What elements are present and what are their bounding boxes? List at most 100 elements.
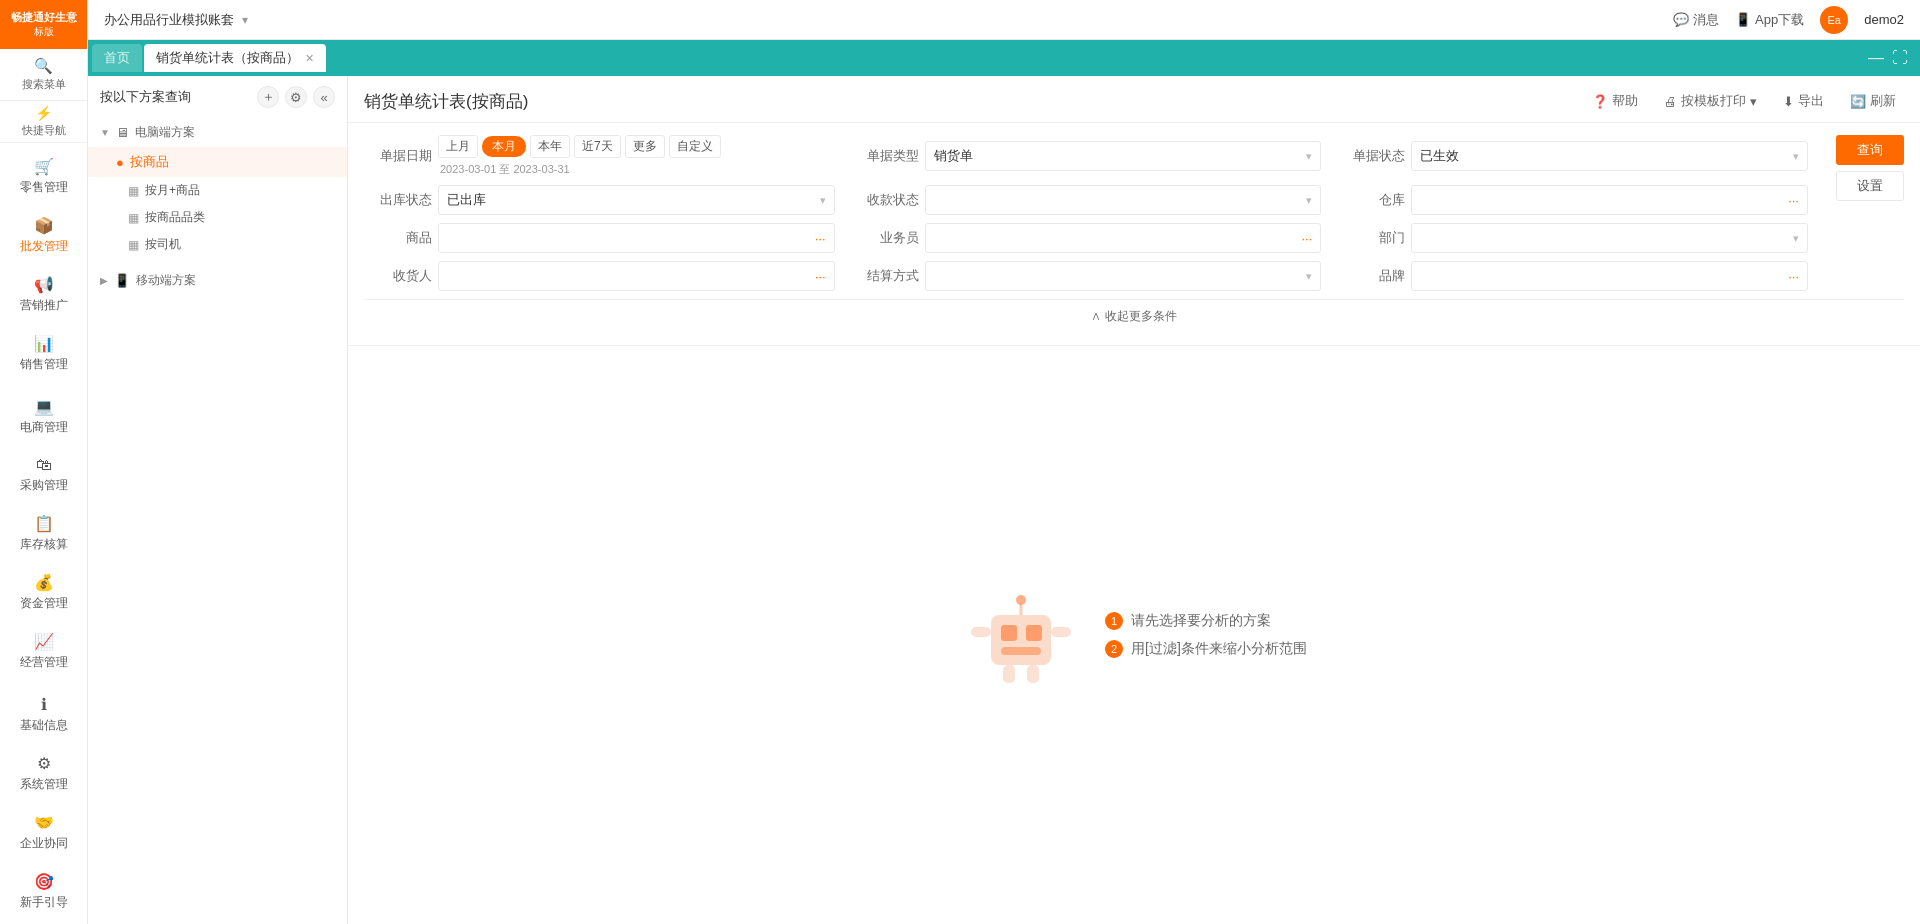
tab-active[interactable]: 销货单统计表（按商品） ✕	[144, 44, 326, 72]
export-btn[interactable]: ⬇ 导出	[1775, 88, 1832, 114]
ecommerce-icon: 💻	[34, 397, 54, 416]
header-dropdown-icon[interactable]: ▾	[242, 13, 248, 27]
storage-input[interactable]: ···	[1411, 185, 1808, 215]
storage-item: 仓库 ···	[1337, 185, 1816, 215]
sidebar-label-sales: 销售管理	[20, 356, 68, 373]
date-btn-this-year[interactable]: 本年	[530, 135, 570, 158]
sidebar-item-finance[interactable]: 💰 资金管理	[0, 563, 87, 622]
goods-item: 商品 ···	[364, 223, 843, 253]
tree-item-category[interactable]: ▦ 按商品品类	[88, 204, 347, 231]
collapse-btn[interactable]: ∧ 收起更多条件	[364, 299, 1904, 333]
warehouse-item: 出库状态 已出库 ▾	[364, 185, 843, 215]
sidebar-item-search[interactable]: 🔍 搜索菜单	[0, 49, 87, 101]
dept-arrow: ▾	[1793, 232, 1799, 245]
header-app-download[interactable]: 📱 App下载	[1735, 11, 1804, 29]
sidebar-item-system[interactable]: ⚙ 系统管理	[0, 744, 87, 803]
refresh-icon: 🔄	[1850, 94, 1866, 109]
tree-desktop-label: 电脑端方案	[135, 124, 195, 141]
home-tab-label: 首页	[104, 49, 130, 67]
tree-item-driver[interactable]: ▦ 按司机	[88, 231, 347, 258]
page-title: 销货单统计表(按商品)	[364, 90, 528, 113]
salesman-input[interactable]: ···	[925, 223, 1322, 253]
header-messages-label: 消息	[1693, 11, 1719, 29]
bill-type-select[interactable]: 销货单 ▾	[925, 141, 1322, 171]
settings-btn[interactable]: 设置	[1836, 171, 1904, 201]
svg-rect-2	[1026, 625, 1042, 641]
avatar[interactable]: Ea	[1820, 6, 1848, 34]
header-messages[interactable]: 💬 消息	[1673, 11, 1719, 29]
dept-item: 部门 ▾	[1337, 223, 1816, 253]
tree-mobile-header[interactable]: ▶ 📱 移动端方案	[88, 266, 347, 295]
collapse-label: 收起更多条件	[1105, 309, 1177, 323]
sidebar-item-quicknav[interactable]: ⚡ 快捷导航	[0, 101, 87, 143]
tree-item-driver-label: 按司机	[145, 236, 181, 253]
panel-collapse-btn[interactable]: «	[313, 86, 335, 108]
sidebar-item-marketing[interactable]: 📢 营销推广	[0, 265, 87, 324]
settlement-item: 结算方式 ▾	[851, 261, 1330, 291]
month-goods-icon: ▦	[128, 184, 139, 198]
system-icon: ⚙	[37, 754, 51, 773]
warehouse-select[interactable]: 已出库 ▾	[438, 185, 835, 215]
warehouse-arrow: ▾	[820, 194, 826, 207]
date-btn-custom[interactable]: 自定义	[669, 135, 721, 158]
date-label: 单据日期	[372, 147, 432, 165]
bill-status-arrow: ▾	[1793, 150, 1799, 163]
sidebar-item-purchase[interactable]: 🛍 采购管理	[0, 446, 87, 504]
sidebar-item-inventory[interactable]: 📋 库存核算	[0, 504, 87, 563]
dept-label: 部门	[1345, 229, 1405, 247]
payment-status-label: 收款状态	[859, 191, 919, 209]
goods-dots: ···	[815, 231, 826, 246]
panel-settings-btn[interactable]: ⚙	[285, 86, 307, 108]
refresh-btn[interactable]: 🔄 刷新	[1842, 88, 1904, 114]
empty-hint-2: 2 用[过滤]条件来缩小分析范围	[1105, 640, 1307, 658]
main-wrap: 办公用品行业模拟账套 ▾ 💬 消息 📱 App下载 Ea demo2 首页 销货…	[88, 0, 1920, 924]
payment-status-select[interactable]: ▾	[925, 185, 1322, 215]
wholesale-icon: 📦	[34, 216, 54, 235]
help-btn[interactable]: ❓ 帮助	[1584, 88, 1646, 114]
tab-home[interactable]: 首页	[92, 44, 142, 72]
svg-rect-8	[1003, 665, 1015, 683]
avatar-text: Ea	[1828, 14, 1841, 26]
sidebar-item-operation[interactable]: 📈 经营管理	[0, 622, 87, 681]
marketing-icon: 📢	[34, 275, 54, 294]
tab-maximize-icon[interactable]: ⛶	[1892, 49, 1908, 67]
sidebar-item-sales[interactable]: 📊 销售管理	[0, 324, 87, 383]
page-header: 销货单统计表(按商品) ❓ 帮助 🖨 按模板打印 ▾ ⬇ 导出	[348, 76, 1920, 123]
sidebar-item-wholesale[interactable]: 📦 批发管理	[0, 206, 87, 265]
tree-arrow-mobile: ▶	[100, 275, 108, 286]
date-btn-7days[interactable]: 近7天	[574, 135, 621, 158]
tree-item-month-goods[interactable]: ▦ 按月+商品	[88, 177, 347, 204]
brand-item: 品牌 ···	[1337, 261, 1816, 291]
sidebar-item-appstore[interactable]: 🔲 应用中心	[0, 921, 87, 924]
template-print-btn[interactable]: 🖨 按模板打印 ▾	[1656, 88, 1765, 114]
panel-add-btn[interactable]: ＋	[257, 86, 279, 108]
sidebar-item-newbie[interactable]: 🎯 新手引导	[0, 862, 87, 921]
page-actions: ❓ 帮助 🖨 按模板打印 ▾ ⬇ 导出 🔄 刷新	[1584, 88, 1904, 114]
header-right: 💬 消息 📱 App下载 Ea demo2	[1673, 6, 1904, 34]
brand-input[interactable]: ···	[1411, 261, 1808, 291]
svg-rect-7	[1051, 627, 1071, 637]
query-btn[interactable]: 查询	[1836, 135, 1904, 165]
sidebar-item-ecommerce[interactable]: 💻 电商管理	[0, 387, 87, 446]
operation-icon: 📈	[34, 632, 54, 651]
sidebar-item-collab[interactable]: 🤝 企业协同	[0, 803, 87, 862]
storage-label: 仓库	[1345, 191, 1405, 209]
settlement-select[interactable]: ▾	[925, 261, 1322, 291]
date-filter-item: 单据日期 上月 本月 本年 近7天 更多 自定义 2023-03-01 至 20…	[364, 135, 843, 177]
tree-item-by-goods[interactable]: ● 按商品	[88, 147, 347, 177]
message-icon: 💬	[1673, 12, 1689, 27]
date-btn-more[interactable]: 更多	[625, 135, 665, 158]
dept-select[interactable]: ▾	[1411, 223, 1808, 253]
date-btn-this-month[interactable]: 本月	[482, 136, 526, 157]
sidebar-item-retail[interactable]: 🛒 零售管理	[0, 147, 87, 206]
sidebar-item-basic[interactable]: ℹ 基础信息	[0, 685, 87, 744]
tab-minimize-icon[interactable]: —	[1868, 49, 1884, 67]
left-panel: 按以下方案查询 ＋ ⚙ « ▼ 🖥 电脑端方案 ● 按商品 ▦	[88, 76, 348, 924]
receiver-input[interactable]: ···	[438, 261, 835, 291]
payment-status-item: 收款状态 ▾	[851, 185, 1330, 215]
bill-status-select[interactable]: 已生效 ▾	[1411, 141, 1808, 171]
tab-close-icon[interactable]: ✕	[305, 52, 314, 65]
tree-desktop-header[interactable]: ▼ 🖥 电脑端方案	[88, 118, 347, 147]
date-btn-last-month[interactable]: 上月	[438, 135, 478, 158]
goods-input[interactable]: ···	[438, 223, 835, 253]
